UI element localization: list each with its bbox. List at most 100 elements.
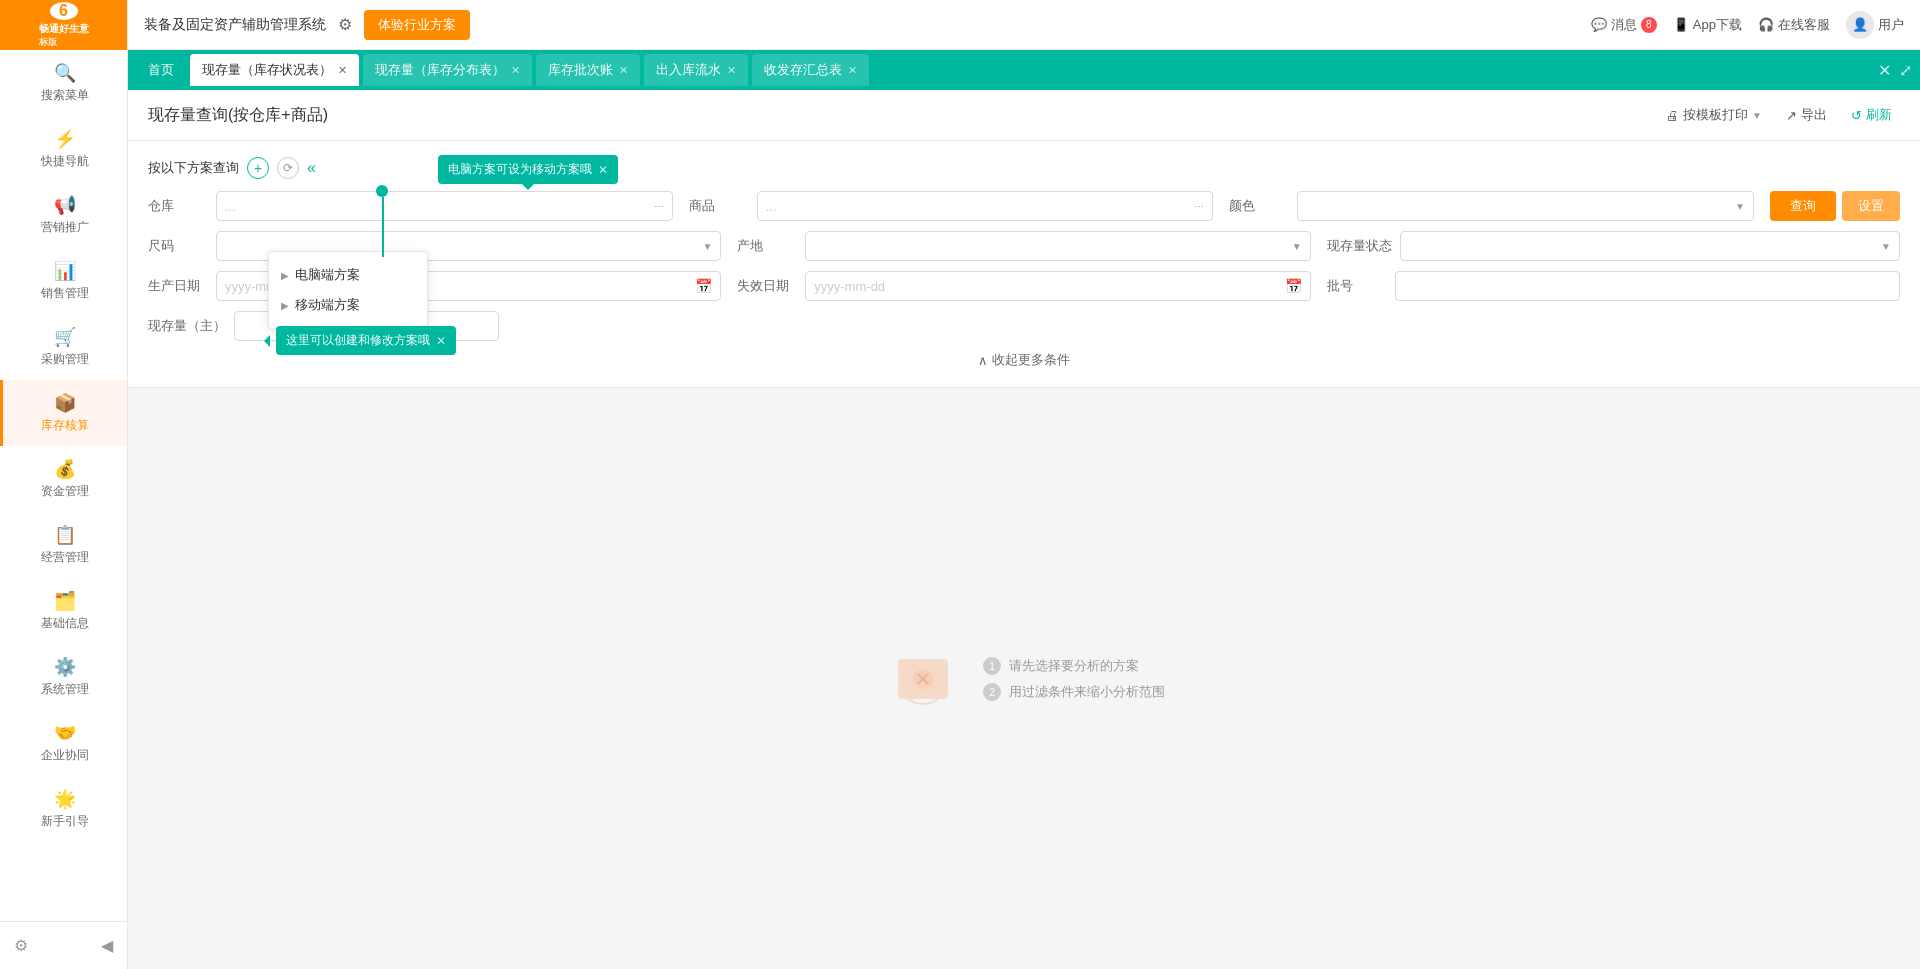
- goods-select[interactable]: ... ⋯: [757, 191, 1214, 221]
- message-item[interactable]: 💬 消息 8: [1591, 16, 1657, 34]
- sidebar-item-system[interactable]: ⚙️ 系统管理: [0, 644, 127, 710]
- origin-select[interactable]: ▼: [805, 231, 1310, 261]
- sidebar-item-finance[interactable]: 💰 资金管理: [0, 446, 127, 512]
- sidebar-item-purchase[interactable]: 🛒 采购管理: [0, 314, 127, 380]
- quantity-range: —: [234, 311, 1900, 341]
- tab-batch-ledger[interactable]: 库存批次账 ✕: [536, 54, 640, 86]
- scheme-tree: ▶ 电脑端方案 ▶ 移动端方案: [268, 251, 428, 329]
- guide-icon: 🌟: [54, 788, 76, 810]
- tip-text-1: 请先选择要分析的方案: [1009, 657, 1139, 675]
- message-icon: 💬: [1591, 17, 1607, 32]
- filter-cell-warehouse: 仓库 ... ⋯: [148, 191, 673, 221]
- empty-tips: 1 请先选择要分析的方案 2 用过滤条件来缩小分析范围: [983, 657, 1165, 701]
- close-all-btn[interactable]: ✕: [1878, 61, 1891, 80]
- expire-date-label: 失效日期: [737, 277, 797, 295]
- tab-inout-flow-close[interactable]: ✕: [727, 64, 736, 77]
- status-select[interactable]: ▼: [1400, 231, 1900, 261]
- tab-receive-summary[interactable]: 收发存汇总表 ✕: [752, 54, 869, 86]
- warehouse-chevron: ⋯: [654, 201, 664, 212]
- tab-home-label: 首页: [148, 61, 174, 79]
- tree-arrow-icon: ▶: [281, 270, 289, 281]
- empty-icon: [883, 639, 963, 719]
- warehouse-label: 仓库: [148, 197, 208, 215]
- search-button[interactable]: 查询: [1770, 191, 1836, 221]
- tab-inventory-dist[interactable]: 现存量（库存分布表） ✕: [363, 54, 532, 86]
- color-select[interactable]: ▼: [1297, 191, 1754, 221]
- reset-button[interactable]: 设置: [1842, 191, 1900, 221]
- sidebar: 6 畅通好生意 标版 🔍 搜索菜单 ⚡ 快捷导航 📢 营销推广 📊 销售管理 🛒…: [0, 0, 128, 969]
- sidebar-item-basic[interactable]: 🗂️ 基础信息: [0, 578, 127, 644]
- scheme-tooltip-close[interactable]: ✕: [598, 163, 608, 177]
- sidebar-item-guide[interactable]: 🌟 新手引导: [0, 776, 127, 842]
- sidebar-item-search[interactable]: 🔍 搜索菜单: [0, 50, 127, 116]
- tab-receive-summary-close[interactable]: ✕: [848, 64, 857, 77]
- filter-arrow-btn[interactable]: «: [307, 159, 316, 177]
- marketing-icon: 📢: [54, 194, 76, 216]
- collapse-icon: ∧: [978, 353, 988, 368]
- sidebar-item-quick-nav[interactable]: ⚡ 快捷导航: [0, 116, 127, 182]
- app-download-label: App下载: [1693, 16, 1742, 34]
- tab-batch-ledger-label: 库存批次账: [548, 61, 613, 79]
- filter-header: 按以下方案查询 + ⟳ «: [148, 157, 1900, 179]
- scheme-tree-item-pc[interactable]: ▶ 电脑端方案: [269, 260, 427, 290]
- export-btn[interactable]: ↗ 导出: [1778, 102, 1835, 128]
- export-icon: ↗: [1786, 108, 1797, 123]
- batch-input[interactable]: [1395, 271, 1900, 301]
- online-support-label: 在线客服: [1778, 16, 1830, 34]
- expire-date-placeholder: yyyy-mm-dd: [814, 279, 885, 294]
- settings-footer-btn[interactable]: ⚙: [10, 932, 32, 959]
- sidebar-item-sales[interactable]: 📊 销售管理: [0, 248, 127, 314]
- tab-inventory-status-close[interactable]: ✕: [338, 64, 347, 77]
- tab-home[interactable]: 首页: [136, 54, 186, 86]
- online-support-item[interactable]: 🎧 在线客服: [1758, 16, 1830, 34]
- filter-area: 电脑方案可设为移动方案哦 ✕ 这里可以创建和修改方案哦 ✕ 按以下方案查询 + …: [128, 141, 1920, 388]
- user-label: 用户: [1878, 16, 1904, 34]
- produce-date-calendar-icon[interactable]: 📅: [695, 278, 712, 294]
- quantity-label: 现存量（主）: [148, 317, 226, 335]
- settings-icon[interactable]: ⚙: [338, 15, 352, 34]
- system-icon: ⚙️: [54, 656, 76, 678]
- experience-btn[interactable]: 体验行业方案: [364, 10, 470, 40]
- sales-icon: 📊: [54, 260, 76, 282]
- avatar-placeholder: 👤: [1852, 17, 1868, 32]
- sidebar-item-enterprise[interactable]: 🤝 企业协同: [0, 710, 127, 776]
- origin-label: 产地: [737, 237, 797, 255]
- tab-inventory-dist-close[interactable]: ✕: [511, 64, 520, 77]
- sidebar-item-inventory[interactable]: 📦 库存核算: [0, 380, 127, 446]
- filter-scheme-btn[interactable]: ⟳: [277, 157, 299, 179]
- collapse-footer-btn[interactable]: ◀: [97, 932, 117, 959]
- tab-bar: 首页 现存量（库存状况表） ✕ 现存量（库存分布表） ✕ 库存批次账 ✕ 出入库…: [128, 50, 1920, 90]
- sidebar-item-operations[interactable]: 📋 经营管理: [0, 512, 127, 578]
- page-title: 现存量查询(按仓库+商品): [148, 105, 328, 126]
- scheme-tooltip: 电脑方案可设为移动方案哦 ✕: [438, 155, 618, 184]
- empty-tip-2: 2 用过滤条件来缩小分析范围: [983, 683, 1165, 701]
- expand-btn[interactable]: ⤢: [1899, 61, 1912, 80]
- refresh-btn[interactable]: ↺ 刷新: [1843, 102, 1900, 128]
- color-chevron: ▼: [1735, 201, 1745, 212]
- print-btn[interactable]: 🖨 按模板打印 ▼: [1658, 102, 1770, 128]
- expire-date-calendar-icon[interactable]: 📅: [1285, 278, 1302, 294]
- header-right: 💬 消息 8 📱 App下载 🎧 在线客服 👤 用户: [1591, 11, 1904, 39]
- filter-add-btn[interactable]: +: [247, 157, 269, 179]
- tab-batch-ledger-close[interactable]: ✕: [619, 64, 628, 77]
- tab-inventory-status[interactable]: 现存量（库存状况表） ✕: [190, 54, 359, 86]
- phone-icon: 📱: [1673, 17, 1689, 32]
- scheme-tree-item-mobile[interactable]: ▶ 移动端方案: [269, 290, 427, 320]
- tab-inout-flow[interactable]: 出入库流水 ✕: [644, 54, 748, 86]
- sidebar-item-marketing[interactable]: 📢 营销推广: [0, 182, 127, 248]
- filter-cell-size: 尺码 ▼: [148, 231, 721, 261]
- scheme-edit-tooltip-close[interactable]: ✕: [436, 334, 446, 348]
- print-icon: 🖨: [1666, 108, 1679, 123]
- user-item[interactable]: 👤 用户: [1846, 11, 1904, 39]
- operations-icon: 📋: [54, 524, 76, 546]
- empty-tip-1: 1 请先选择要分析的方案: [983, 657, 1165, 675]
- sidebar-logo: 6 畅通好生意 标版: [0, 0, 127, 50]
- message-label: 消息: [1611, 16, 1637, 34]
- app-download-item[interactable]: 📱 App下载: [1673, 16, 1742, 34]
- warehouse-select[interactable]: ... ⋯: [216, 191, 673, 221]
- tab-receive-summary-label: 收发存汇总表: [764, 61, 842, 79]
- search-icon: 🔍: [54, 62, 76, 84]
- expire-date-input[interactable]: yyyy-mm-dd 📅: [805, 271, 1310, 301]
- warehouse-placeholder: ...: [225, 199, 236, 214]
- filter-cell-color: 颜色 ▼: [1229, 191, 1754, 221]
